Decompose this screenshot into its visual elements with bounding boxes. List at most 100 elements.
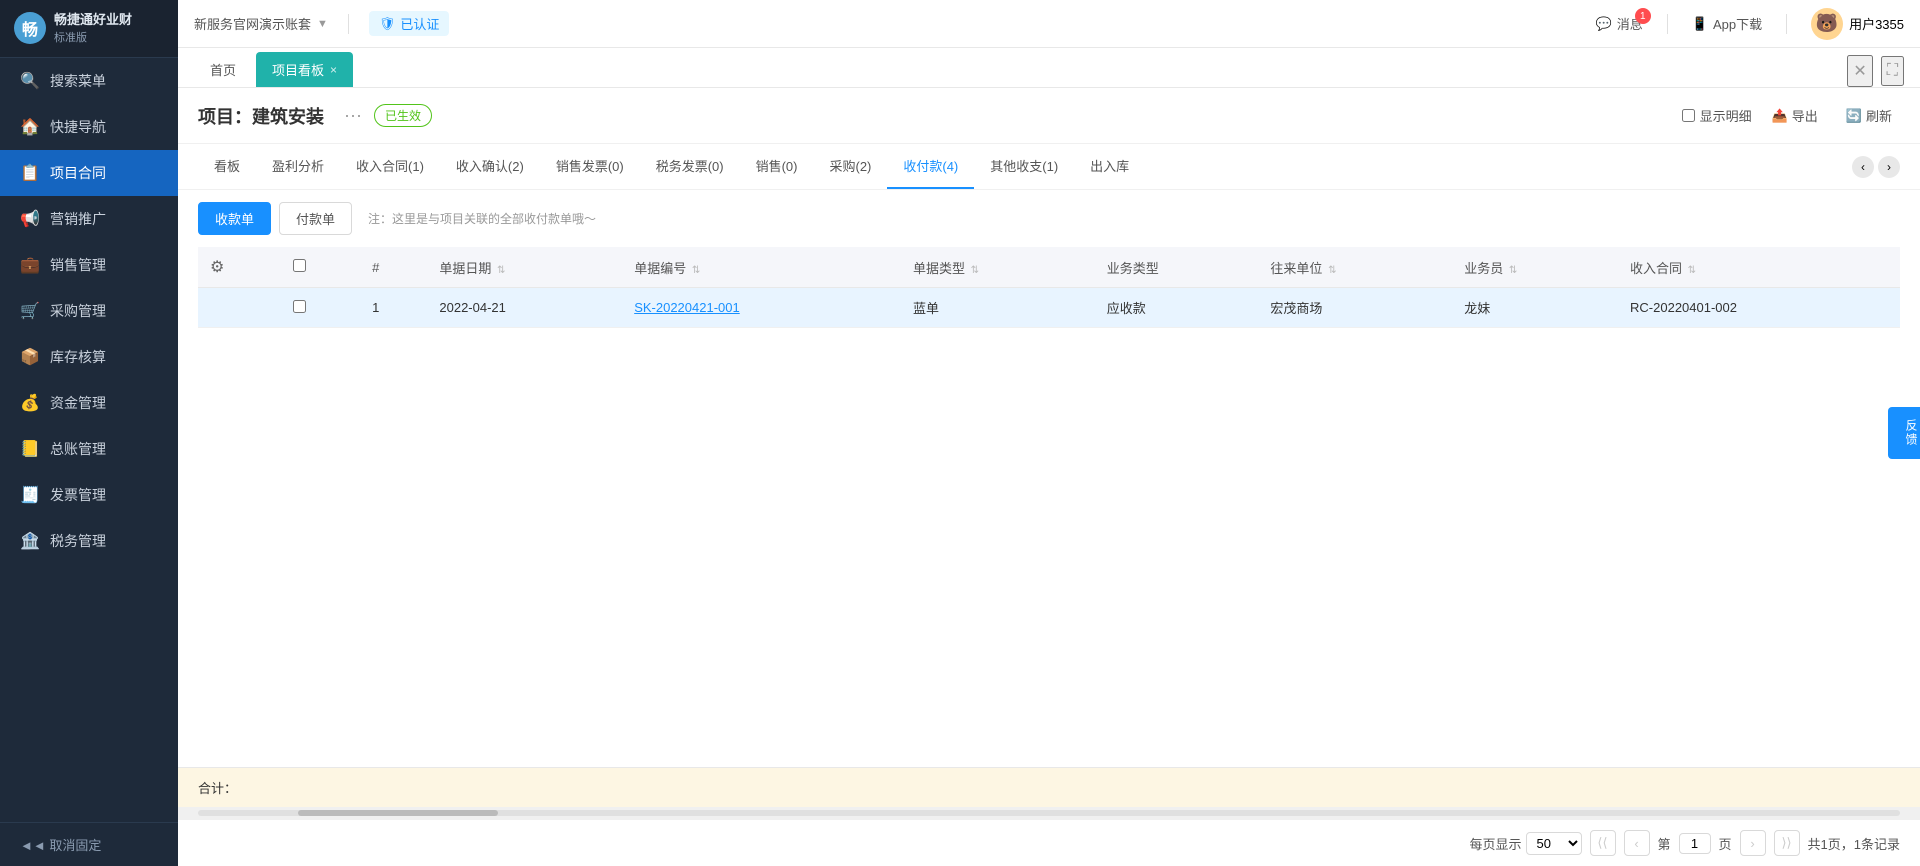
type-col-header[interactable]: 单据类型 ⇅ [901, 247, 1095, 288]
per-page-label: 每页显示 [1469, 834, 1521, 853]
sidebar-item-label: 项目合同 [50, 163, 106, 183]
subtab-profit[interactable]: 盈利分析 [256, 144, 340, 189]
subtab-income-confirm[interactable]: 收入确认(2) [440, 144, 540, 189]
sidebar-item-label: 库存核算 [50, 347, 106, 367]
settings-icon[interactable]: ⚙ [210, 259, 224, 276]
project-name: 建筑安装 [252, 107, 324, 127]
feedback-button[interactable]: 反馈 [1888, 407, 1920, 459]
sidebar-item-ledger[interactable]: 📒 总账管理 [0, 426, 178, 472]
avatar: 🐻 [1811, 8, 1843, 40]
subtab-prev-button[interactable]: ‹ [1852, 156, 1874, 178]
topbar-divider-3 [1786, 14, 1787, 34]
next-page-button[interactable]: › [1740, 830, 1766, 856]
sidebar-item-purchase[interactable]: 🛒 采购管理 [0, 288, 178, 334]
sidebar-item-marketing[interactable]: 📢 营销推广 [0, 196, 178, 242]
home-icon: 🏠 [20, 117, 40, 137]
table-row[interactable]: 1 2022-04-21 SK-20220421-001 蓝单 应收款 宏茂商场… [198, 288, 1900, 328]
sidebar-unpin-button[interactable]: ◄◄ 取消固定 [0, 822, 178, 866]
settings-col-header[interactable]: ⚙ [198, 247, 281, 288]
inner-tab-payment[interactable]: 付款单 [279, 202, 352, 235]
sidebar-item-tax[interactable]: 🏦 税务管理 [0, 518, 178, 564]
show-detail-checkbox[interactable] [1682, 109, 1695, 122]
sidebar-item-invoice[interactable]: 🧾 发票管理 [0, 472, 178, 518]
scrollbar-thumb[interactable] [298, 810, 498, 816]
first-page-button[interactable]: ⟨⟨ [1590, 830, 1616, 856]
partner-sort-icon: ⇅ [1328, 265, 1336, 276]
partner-col-header[interactable]: 往来单位 ⇅ [1258, 247, 1452, 288]
app-download-button[interactable]: 📱 App下载 [1692, 14, 1762, 33]
contract-sort-icon: ⇅ [1688, 265, 1696, 276]
shield-icon: 🛡 [379, 16, 396, 32]
horizontal-scrollbar[interactable] [178, 807, 1920, 819]
data-table: ⚙ # 单据日期 ⇅ 单据编号 ⇅ 单据类型 ⇅ 业务类型 往来单位 ⇅ 业务员… [198, 247, 1900, 328]
more-options-button[interactable]: ··· [344, 105, 362, 126]
inner-tab-receipt[interactable]: 收款单 [198, 202, 271, 235]
export-button[interactable]: 📤 导出 [1764, 102, 1826, 129]
sidebar-item-sales[interactable]: 💼 销售管理 [0, 242, 178, 288]
tab-active-label: 项目看板 [272, 60, 324, 79]
tab-project-board[interactable]: 项目看板 × [256, 52, 353, 87]
page-suffix: 页 [1719, 834, 1732, 853]
refresh-button[interactable]: 🔄 刷新 [1838, 102, 1900, 129]
contract-col-header[interactable]: 收入合同 ⇅ [1618, 247, 1900, 288]
tab-close-icon[interactable]: × [330, 63, 337, 77]
row-num: 1 [360, 288, 427, 328]
sidebar-item-project[interactable]: 📋 项目合同 [0, 150, 178, 196]
certified-badge: 🛡 已认证 [369, 11, 450, 36]
show-detail-toggle[interactable]: 显示明细 [1682, 106, 1752, 125]
row-type: 蓝单 [901, 288, 1095, 328]
logo-icon: 畅 [14, 12, 46, 44]
row-code[interactable]: SK-20220421-001 [622, 288, 901, 328]
subtab-next-button[interactable]: › [1878, 156, 1900, 178]
inventory-icon: 📦 [20, 347, 40, 367]
sidebar-item-finance[interactable]: 💰 资金管理 [0, 380, 178, 426]
project-prefix: 项目： [198, 107, 252, 127]
message-button[interactable]: 💬 消息 1 [1596, 14, 1643, 33]
tax-icon: 🏦 [20, 531, 40, 551]
tab-home[interactable]: 首页 [194, 52, 252, 87]
last-page-button[interactable]: ⟩⟩ [1774, 830, 1800, 856]
select-all-checkbox[interactable] [293, 259, 306, 272]
subtab-board[interactable]: 看板 [198, 144, 256, 189]
subtab-income-contract[interactable]: 收入合同(1) [340, 144, 440, 189]
status-badge: 已生效 [374, 104, 432, 127]
prev-page-button[interactable]: ‹ [1624, 830, 1650, 856]
date-col-header[interactable]: 单据日期 ⇅ [427, 247, 622, 288]
code-sort-icon: ⇅ [692, 265, 700, 276]
inner-tabs: 收款单 付款单 注：这里是与项目关联的全部收付款单哦～ [178, 190, 1920, 247]
sidebar-item-label: 税务管理 [50, 531, 106, 551]
sidebar-item-label: 销售管理 [50, 255, 106, 275]
per-page-select[interactable]: 50 100 200 [1526, 832, 1582, 855]
sidebar-scroll: 🔍 搜索菜单 🏠 快捷导航 📋 项目合同 📢 营销推广 💼 销售管理 🛒 采购管… [0, 58, 178, 822]
account-selector[interactable]: 新服务官网演示账套 ▼ [194, 14, 328, 33]
topbar-divider-1 [348, 14, 349, 34]
subtab-purchase[interactable]: 采购(2) [813, 144, 887, 189]
purchase-icon: 🛒 [20, 301, 40, 321]
subtabs: 看板 盈利分析 收入合同(1) 收入确认(2) 销售发票(0) 税务发票(0) … [178, 144, 1920, 190]
topbar-right: 💬 消息 1 📱 App下载 🐻 用户3355 [1596, 8, 1904, 40]
tabbar: 首页 项目看板 × ✕ ⛶ [178, 48, 1920, 88]
page-input[interactable] [1679, 833, 1711, 854]
sidebar: 畅 畅捷通好业财 标准版 🔍 搜索菜单 🏠 快捷导航 📋 项目合同 📢 营销推广… [0, 0, 178, 866]
subtab-tax-invoice[interactable]: 税务发票(0) [640, 144, 740, 189]
subtab-other[interactable]: 其他收支(1) [974, 144, 1074, 189]
subtab-inout[interactable]: 出入库 [1074, 144, 1145, 189]
subtab-sales[interactable]: 销售(0) [740, 144, 814, 189]
sidebar-item-quicknav[interactable]: 🏠 快捷导航 [0, 104, 178, 150]
salesman-col-header[interactable]: 业务员 ⇅ [1452, 247, 1618, 288]
row-checkbox[interactable] [281, 288, 361, 328]
code-link[interactable]: SK-20220421-001 [634, 300, 740, 315]
page-title: 项目：建筑安装 [198, 103, 324, 129]
user-menu[interactable]: 🐻 用户3355 [1811, 8, 1904, 40]
sidebar-item-inventory[interactable]: 📦 库存核算 [0, 334, 178, 380]
code-col-header[interactable]: 单据编号 ⇅ [622, 247, 901, 288]
checkbox-col-header[interactable] [281, 247, 361, 288]
window-expand-button[interactable]: ⛶ [1881, 56, 1904, 86]
subtab-payment[interactable]: 收付款(4) [887, 144, 974, 189]
window-close-button[interactable]: ✕ [1847, 55, 1872, 87]
sales-icon: 💼 [20, 255, 40, 275]
sidebar-item-search[interactable]: 🔍 搜索菜单 [0, 58, 178, 104]
row-settings [198, 288, 281, 328]
subtab-sales-invoice[interactable]: 销售发票(0) [540, 144, 640, 189]
row-salesman: 龙妹 [1452, 288, 1618, 328]
